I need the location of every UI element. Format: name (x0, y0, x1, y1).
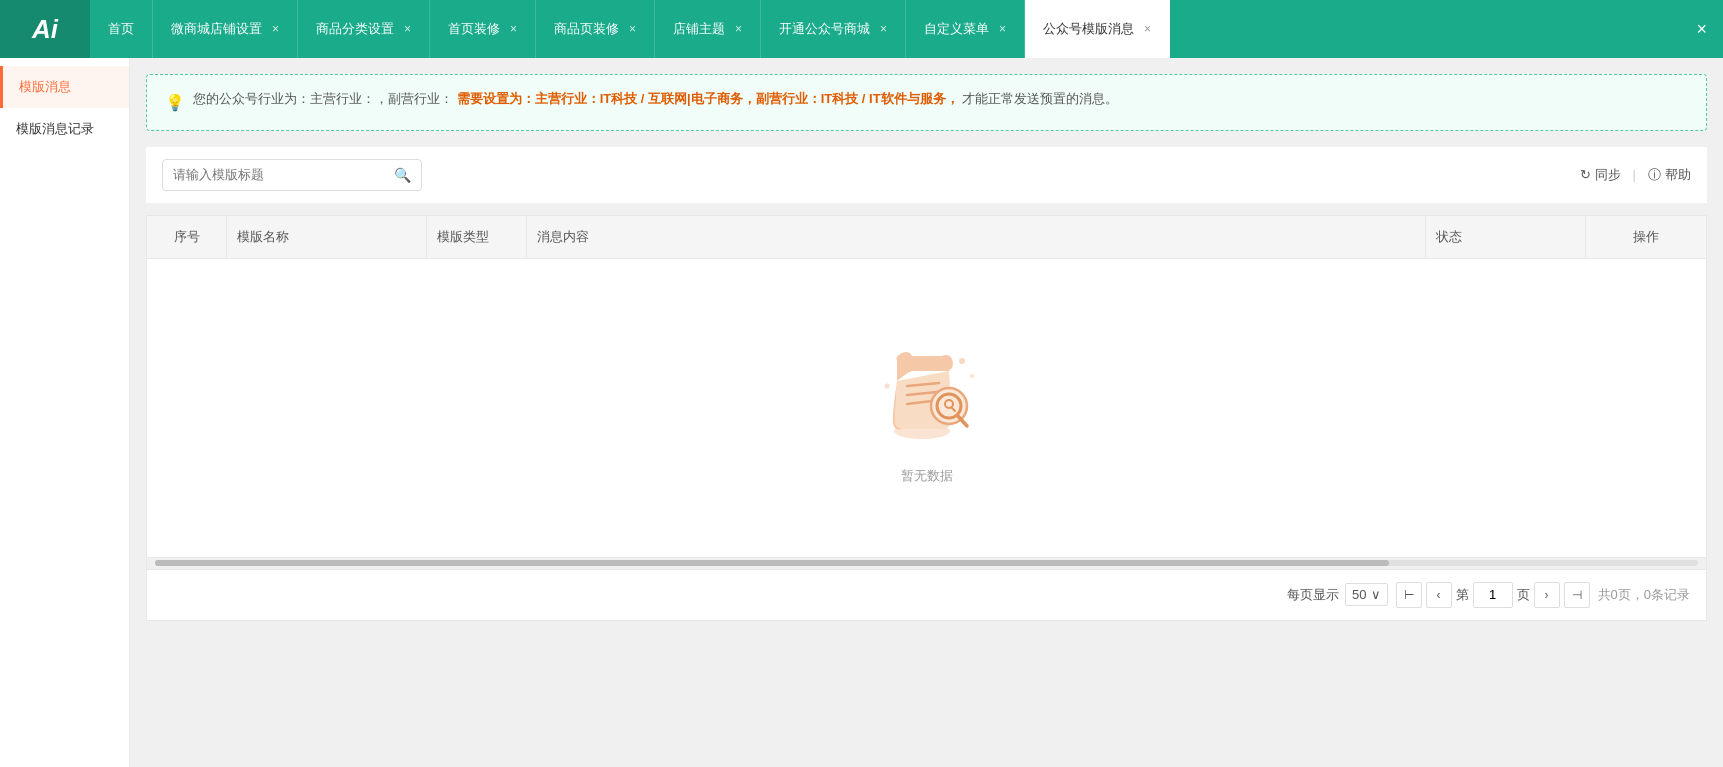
chevron-down-icon: ∨ (1371, 587, 1381, 602)
pagination: 每页显示 50 ∨ ⊢ ‹ 第 页 › ⊣ 共0页，0条记录 (146, 570, 1707, 621)
tab-custom-menu-label: 自定义菜单 (924, 20, 989, 38)
sidebar-item-template-msg-record[interactable]: 模版消息记录 (0, 108, 129, 150)
sync-button[interactable]: ↻ 同步 (1580, 166, 1621, 184)
sidebar: 模版消息 模版消息记录 (0, 58, 130, 767)
tab-open-mall-label: 开通公众号商城 (779, 20, 870, 38)
th-content: 消息内容 (527, 216, 1426, 258)
notice-prefix: 您的公众号行业为：主营行业：，副营行业： (193, 91, 453, 106)
bulb-icon: 💡 (165, 90, 185, 116)
help-button[interactable]: ⓘ 帮助 (1648, 166, 1691, 184)
app-logo: Ai (0, 0, 90, 58)
th-index: 序号 (147, 216, 227, 258)
page-size-select: 每页显示 50 ∨ (1287, 583, 1387, 606)
page-label-prefix: 第 (1456, 586, 1469, 604)
nav-tabs: 首页 微商城店铺设置 × 商品分类设置 × 首页装修 × 商品页装修 × 店铺主… (90, 0, 1680, 58)
scrollbar-track (155, 560, 1698, 566)
tab-template-msg-close[interactable]: × (1144, 23, 1151, 35)
search-icon[interactable]: 🔍 (394, 167, 411, 183)
tab-category-close[interactable]: × (404, 23, 411, 35)
top-nav: Ai 首页 微商城店铺设置 × 商品分类设置 × 首页装修 × 商品页装修 × … (0, 0, 1723, 58)
table-container: 序号 模版名称 模版类型 消息内容 状态 操作 (146, 215, 1707, 621)
tab-shop-settings-label: 微商城店铺设置 (171, 20, 262, 38)
main-layout: 模版消息 模版消息记录 💡 您的公众号行业为：主营行业：，副营行业： 需要设置为… (0, 58, 1723, 767)
tab-custom-menu[interactable]: 自定义菜单 × (906, 0, 1025, 58)
horizontal-scrollbar[interactable] (146, 558, 1707, 570)
tab-home-decor-label: 首页装修 (448, 20, 500, 38)
search-bar: 🔍 ↻ 同步 | ⓘ 帮助 (146, 147, 1707, 203)
tab-shop-theme[interactable]: 店铺主题 × (655, 0, 761, 58)
th-action: 操作 (1586, 216, 1706, 258)
sidebar-item-template-msg-record-label: 模版消息记录 (16, 121, 94, 136)
table-body-empty: 暂无数据 (146, 258, 1707, 558)
tab-shop-settings[interactable]: 微商城店铺设置 × (153, 0, 298, 58)
notice-suffix: 才能正常发送预置的消息。 (962, 91, 1118, 106)
page-size-dropdown[interactable]: 50 ∨ (1345, 583, 1387, 606)
tab-home-label: 首页 (108, 20, 134, 38)
tab-home[interactable]: 首页 (90, 0, 153, 58)
help-icon: ⓘ (1648, 166, 1661, 184)
last-page-button[interactable]: ⊣ (1564, 582, 1590, 608)
search-input[interactable] (173, 167, 394, 182)
svg-point-9 (959, 358, 965, 364)
svg-point-10 (970, 374, 974, 378)
page-total: 共0页，0条记录 (1598, 586, 1690, 604)
tab-open-mall[interactable]: 开通公众号商城 × (761, 0, 906, 58)
search-input-wrap[interactable]: 🔍 (162, 159, 422, 191)
tab-custom-menu-close[interactable]: × (999, 23, 1006, 35)
notice-text: 您的公众号行业为：主营行业：，副营行业： 需要设置为：主营行业：IT科技 / 互… (193, 89, 1118, 110)
tab-shop-theme-close[interactable]: × (735, 23, 742, 35)
page-size-value: 50 (1352, 587, 1366, 602)
tab-shop-settings-close[interactable]: × (272, 23, 279, 35)
tab-home-decor-close[interactable]: × (510, 23, 517, 35)
tab-shop-theme-label: 店铺主题 (673, 20, 725, 38)
prev-page-button[interactable]: ‹ (1426, 582, 1452, 608)
sidebar-item-template-msg[interactable]: 模版消息 (0, 66, 129, 108)
tab-product-decor[interactable]: 商品页装修 × (536, 0, 655, 58)
sidebar-item-template-msg-label: 模版消息 (19, 79, 71, 94)
th-type: 模版类型 (427, 216, 527, 258)
svg-point-11 (884, 383, 889, 388)
content-area: 💡 您的公众号行业为：主营行业：，副营行业： 需要设置为：主营行业：IT科技 /… (130, 58, 1723, 767)
next-page-button[interactable]: › (1534, 582, 1560, 608)
close-all-button[interactable]: × (1680, 19, 1723, 40)
tab-category[interactable]: 商品分类设置 × (298, 0, 430, 58)
notice-box: 💡 您的公众号行业为：主营行业：，副营行业： 需要设置为：主营行业：IT科技 /… (146, 74, 1707, 131)
tab-product-decor-close[interactable]: × (629, 23, 636, 35)
table-header: 序号 模版名称 模版类型 消息内容 状态 操作 (146, 215, 1707, 258)
page-size-label: 每页显示 (1287, 586, 1339, 604)
tab-open-mall-close[interactable]: × (880, 23, 887, 35)
th-status: 状态 (1426, 216, 1586, 258)
notice-highlight: 需要设置为：主营行业：IT科技 / 互联网|电子商务，副营行业：IT科技 / I… (457, 91, 959, 106)
empty-text: 暂无数据 (901, 467, 953, 485)
tab-template-msg-label: 公众号模版消息 (1043, 20, 1134, 38)
sync-label: 同步 (1595, 166, 1621, 184)
help-label: 帮助 (1665, 166, 1691, 184)
empty-state-icon (867, 331, 987, 451)
th-name: 模版名称 (227, 216, 427, 258)
search-actions: ↻ 同步 | ⓘ 帮助 (1580, 166, 1691, 184)
page-navigation: ⊢ ‹ 第 页 › ⊣ (1396, 582, 1590, 608)
current-page-input[interactable] (1473, 582, 1513, 608)
scrollbar-thumb[interactable] (155, 560, 1389, 566)
tab-template-msg[interactable]: 公众号模版消息 × (1025, 0, 1170, 58)
page-label-suffix: 页 (1517, 586, 1530, 604)
sync-icon: ↻ (1580, 167, 1591, 182)
tab-home-decor[interactable]: 首页装修 × (430, 0, 536, 58)
tab-product-decor-label: 商品页装修 (554, 20, 619, 38)
divider: | (1633, 167, 1636, 182)
first-page-button[interactable]: ⊢ (1396, 582, 1422, 608)
tab-category-label: 商品分类设置 (316, 20, 394, 38)
